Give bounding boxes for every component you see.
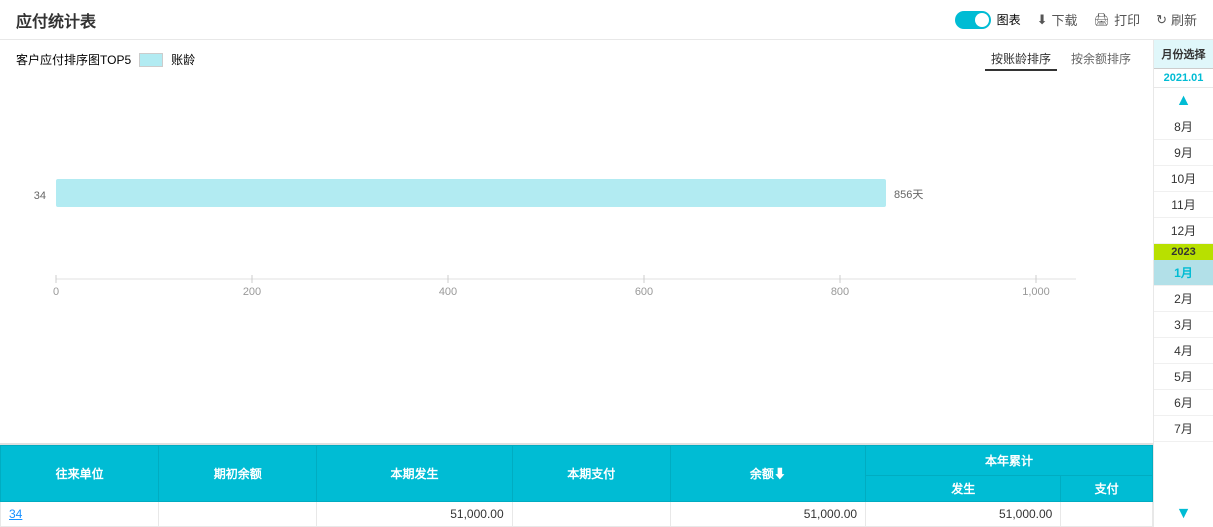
sidebar-month-12[interactable]: 12月 (1154, 218, 1213, 244)
sort-by-amount-button[interactable]: 按余额排序 (1065, 48, 1137, 71)
table-row: 34 51,000.00 51,000.00 51,000.00 (1, 502, 1153, 527)
sidebar-month-9[interactable]: 9月 (1154, 140, 1213, 166)
print-button[interactable]: 🖨 打印 (1094, 10, 1141, 29)
sidebar-header: 月份选择 (1154, 40, 1213, 69)
refresh-button[interactable]: ↻ 刷新 (1156, 10, 1197, 29)
sidebar-month-2[interactable]: 2月 (1154, 286, 1213, 312)
col-current-pay-header: 本期支付 (512, 446, 670, 502)
cell-current-occur: 51,000.00 (317, 502, 512, 527)
sidebar-year-2023: 2023 (1154, 244, 1213, 260)
chart-toggle[interactable] (955, 11, 991, 29)
cell-ytd-occur: 51,000.00 (866, 502, 1061, 527)
sidebar-down-button[interactable]: ▼ (1154, 501, 1213, 527)
sidebar-month-8[interactable]: 8月 (1154, 114, 1213, 140)
col-opening-header: 期初余额 (159, 446, 317, 502)
sidebar-month-10[interactable]: 10月 (1154, 166, 1213, 192)
sidebar-month-1[interactable]: 1月 (1154, 260, 1213, 286)
refresh-icon: ↻ (1156, 12, 1167, 28)
bar-chart-svg: 34 856天 0 200 400 600 800 1,000 (16, 79, 1137, 319)
svg-text:0: 0 (53, 286, 59, 298)
sidebar: 月份选择 2021.01 ▲ 8月 9月 10月 11月 12月 2023 1月… (1153, 40, 1213, 527)
cell-current-pay (512, 502, 670, 527)
sidebar-year: 2021.01 (1154, 69, 1213, 88)
legend-secondary: 账龄 (171, 51, 195, 68)
col-ytd-header: 本年累计 (866, 446, 1153, 476)
col-ytd-occur-header: 发生 (866, 476, 1061, 502)
col-ytd-pay-header: 支付 (1061, 476, 1153, 502)
chart-canvas: 34 856天 0 200 400 600 800 1,000 (16, 79, 1137, 339)
header-actions: 图表 ⬇ 下载 🖨 打印 ↻ 刷新 (955, 10, 1197, 29)
svg-text:200: 200 (243, 286, 261, 298)
toggle-label: 图表 (997, 11, 1021, 28)
sort-by-balance-button[interactable]: 按账龄排序 (985, 48, 1057, 71)
legend-box (139, 53, 163, 67)
legend-text: 客户应付排序图TOP5 (16, 51, 131, 68)
cell-ytd-pay (1061, 502, 1153, 527)
svg-text:400: 400 (439, 286, 457, 298)
cell-balance: 51,000.00 (670, 502, 865, 527)
svg-text:800: 800 (831, 286, 849, 298)
col-balance-header: 余额⬇ (670, 446, 865, 502)
sidebar-month-4[interactable]: 4月 (1154, 338, 1213, 364)
page-title: 应付统计表 (16, 8, 96, 32)
table-section: 往来单位 期初余额 本期发生 本期支付 余额⬇ 本年累计 发生 支付 (0, 443, 1153, 527)
svg-text:34: 34 (34, 190, 46, 202)
table-wrapper: 往来单位 期初余额 本期发生 本期支付 余额⬇ 本年累计 发生 支付 (0, 445, 1153, 527)
chart-sort: 按账龄排序 按余额排序 (985, 48, 1137, 71)
col-current-occur-header: 本期发生 (317, 446, 512, 502)
sidebar-month-5[interactable]: 5月 (1154, 364, 1213, 390)
chart-toggle-container[interactable]: 图表 (955, 11, 1021, 29)
sidebar-up-button[interactable]: ▲ (1154, 88, 1213, 114)
sidebar-month-6[interactable]: 6月 (1154, 390, 1213, 416)
svg-text:856天: 856天 (894, 189, 923, 201)
download-icon: ⬇ (1037, 12, 1048, 28)
svg-text:600: 600 (635, 286, 653, 298)
data-table: 往来单位 期初余额 本期发生 本期支付 余额⬇ 本年累计 发生 支付 (0, 445, 1153, 527)
cell-opening (159, 502, 317, 527)
chart-header: 客户应付排序图TOP5 账龄 按账龄排序 按余额排序 (0, 40, 1153, 79)
supplier-link[interactable]: 34 (9, 507, 22, 521)
svg-text:1,000: 1,000 (1022, 286, 1050, 298)
sidebar-month-list: 8月 9月 10月 11月 12月 2023 1月 2月 3月 4月 5月 6月… (1154, 114, 1213, 501)
chart-area: 34 856天 0 200 400 600 800 1,000 (0, 79, 1153, 443)
sidebar-month-7[interactable]: 7月 (1154, 416, 1213, 442)
col-supplier-header: 往来单位 (1, 446, 159, 502)
sidebar-month-3[interactable]: 3月 (1154, 312, 1213, 338)
chart-legend: 客户应付排序图TOP5 账龄 (16, 51, 195, 68)
chart-bar (56, 179, 886, 207)
sidebar-month-11[interactable]: 11月 (1154, 192, 1213, 218)
download-button[interactable]: ⬇ 下载 (1037, 10, 1078, 29)
cell-supplier: 34 (1, 502, 159, 527)
print-icon: 🖨 (1094, 12, 1111, 28)
